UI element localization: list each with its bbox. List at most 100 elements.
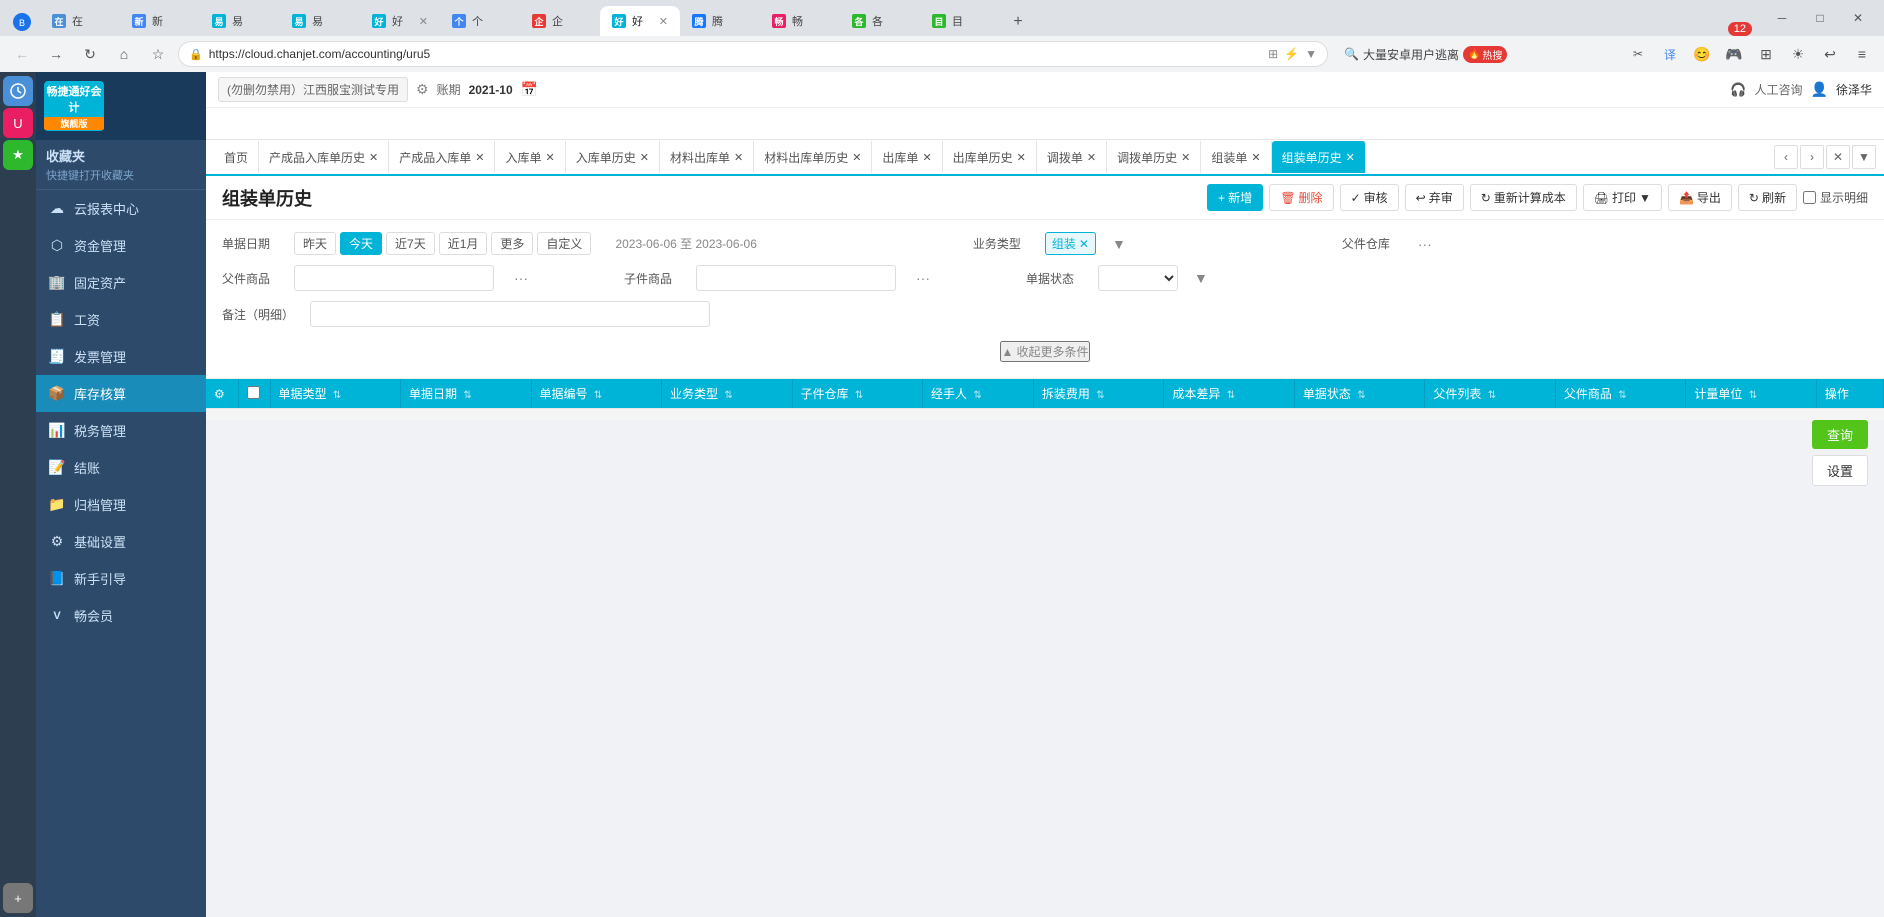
sub-tab-close-all[interactable]: ✕ [1826, 145, 1850, 169]
tab-t10[interactable]: 畅 畅 [760, 6, 840, 36]
sub-tab-close-prod-in-hist[interactable]: ✕ [369, 151, 378, 164]
sidebar-favorites[interactable]: 收藏夹 快捷键打开收藏夹 [36, 140, 206, 190]
tab-close-t5[interactable]: ✕ [419, 15, 428, 28]
app-icon-2[interactable]: U [3, 108, 33, 138]
date-btn-today[interactable]: 今天 [340, 232, 382, 255]
sidebar-item-tax[interactable]: 📊 税务管理 [36, 412, 206, 449]
sub-tab-assemble[interactable]: 组装单 ✕ [1201, 141, 1271, 173]
settings-gear-icon[interactable]: ⚙ [416, 81, 429, 98]
abandon-button[interactable]: ↩ 弃审 [1405, 184, 1464, 211]
sidebar-item-settings[interactable]: ⚙ 基础设置 [36, 523, 206, 560]
bill-status-select[interactable] [1098, 265, 1178, 291]
sub-tab-close-assemble-hist[interactable]: ✕ [1346, 151, 1355, 164]
app-icon-1[interactable] [3, 76, 33, 106]
sub-tab-close-in-order[interactable]: ✕ [546, 151, 555, 164]
tab-t8[interactable]: 好 好 ✕ [600, 6, 680, 36]
app-icon-bottom[interactable]: + [3, 883, 33, 913]
grid-icon[interactable]: ⊞ [1752, 40, 1780, 68]
tab-t9[interactable]: 腾 腾 [680, 6, 760, 36]
sub-tab-in-hist[interactable]: 入库单历史 ✕ [566, 141, 660, 173]
col-checkbox[interactable] [238, 379, 270, 408]
reload-button[interactable]: ↻ [76, 40, 104, 68]
date-btn-more[interactable]: 更多 [491, 232, 533, 255]
sub-nav-left[interactable]: ‹ [1774, 145, 1798, 169]
approve-button[interactable]: ✓ 审核 [1340, 184, 1399, 211]
dropdown-icon[interactable]: ▼ [1305, 47, 1317, 61]
col-settings[interactable]: ⚙ [206, 379, 238, 408]
display-toggle[interactable]: 显示明细 [1803, 189, 1868, 206]
parent-wh-more[interactable]: ··· [1418, 236, 1432, 252]
tab-t12[interactable]: 目 目 [920, 6, 1000, 36]
brightness-icon[interactable]: ☀ [1784, 40, 1812, 68]
date-btn-custom[interactable]: 自定义 [537, 232, 591, 255]
sub-tab-close-adjust-hist[interactable]: ✕ [1181, 151, 1190, 164]
new-tab-button[interactable]: + [1004, 8, 1032, 36]
cut-icon[interactable]: ✂ [1624, 40, 1652, 68]
child-goods-dots[interactable]: ··· [916, 270, 930, 286]
sub-tab-adjust[interactable]: 调拨单 ✕ [1037, 141, 1107, 173]
tab-t2[interactable]: 新 新 [120, 6, 200, 36]
user-service-label[interactable]: 人工咨询 [1755, 81, 1803, 98]
sub-tab-close-adjust[interactable]: ✕ [1087, 151, 1096, 164]
biz-type-tag-close[interactable]: ✕ [1079, 237, 1089, 251]
sub-tab-adjust-hist[interactable]: 调拨单历史 ✕ [1107, 141, 1201, 173]
home-button[interactable]: ⌂ [110, 40, 138, 68]
sub-tab-out-hist[interactable]: 出库单历史 ✕ [943, 141, 1037, 173]
print-button[interactable]: 🖨 打印 ▼ [1583, 184, 1662, 211]
sidebar-item-fund[interactable]: ⬡ 资金管理 [36, 227, 206, 264]
nav-search[interactable]: 🔍 大量安卓用户逃离 🔥 热搜 [1334, 41, 1614, 67]
sidebar-item-salary[interactable]: 📋 工资 [36, 301, 206, 338]
date-btn-last7[interactable]: 近7天 [386, 232, 435, 255]
tab-t11[interactable]: 各 各 [840, 6, 920, 36]
col-child-wh[interactable]: 子件仓库 ⇅ [792, 379, 923, 408]
sidebar-item-inventory[interactable]: 📦 库存核算 [36, 375, 206, 412]
select-all-checkbox[interactable] [247, 386, 260, 399]
display-toggle-checkbox[interactable] [1803, 191, 1816, 204]
parent-goods-input[interactable] [294, 265, 494, 291]
sub-tab-close-out-order[interactable]: ✕ [922, 151, 931, 164]
sidebar-item-member[interactable]: V 畅会员 [36, 597, 206, 634]
minimize-button[interactable]: ─ [1764, 0, 1800, 36]
col-biz-type[interactable]: 业务类型 ⇅ [662, 379, 793, 408]
sub-tab-close-in-hist[interactable]: ✕ [640, 151, 649, 164]
sub-nav-menu[interactable]: ▼ [1852, 145, 1876, 169]
col-unit[interactable]: 计量单位 ⇅ [1686, 379, 1817, 408]
app-icon-3[interactable]: ★ [3, 140, 33, 170]
col-bill-type[interactable]: 单据类型 ⇅ [270, 379, 401, 408]
date-btn-last1m[interactable]: 近1月 [439, 232, 488, 255]
col-cost-diff[interactable]: 成本差异 ⇅ [1164, 379, 1295, 408]
sidebar-item-invoice[interactable]: 🧾 发票管理 [36, 338, 206, 375]
sub-tab-close-out-hist[interactable]: ✕ [1017, 151, 1026, 164]
sub-tab-in-order[interactable]: 入库单 ✕ [495, 141, 565, 173]
refresh-button[interactable]: ↻ 刷新 [1738, 184, 1797, 211]
recalc-button[interactable]: ↻ 重新计算成本 [1470, 184, 1577, 211]
col-disassemble-cost[interactable]: 拆装费用 ⇅ [1033, 379, 1164, 408]
tab-t4[interactable]: 易 易 [280, 6, 360, 36]
tab-close-t8[interactable]: ✕ [659, 15, 668, 28]
remark-input[interactable] [310, 301, 710, 327]
forward-button[interactable]: → [42, 40, 70, 68]
tab-t5[interactable]: 好 好 ✕ [360, 6, 440, 36]
col-parent-list[interactable]: 父件列表 ⇅ [1425, 379, 1556, 408]
col-handler[interactable]: 经手人 ⇅ [923, 379, 1034, 408]
translate-icon[interactable]: 译 [1656, 40, 1684, 68]
sub-tab-prod-in[interactable]: 产成品入库单 ✕ [389, 141, 495, 173]
collapse-button[interactable]: ▲ 收起更多条件 [1000, 341, 1091, 362]
menu-icon[interactable]: ≡ [1848, 40, 1876, 68]
back-button[interactable]: ← [8, 40, 36, 68]
biz-type-dropdown-icon[interactable]: ▼ [1112, 236, 1126, 252]
horizontal-scrollbar[interactable] [206, 408, 1884, 420]
bill-status-dropdown-icon[interactable]: ▼ [1194, 270, 1208, 286]
tab-t1[interactable]: 在 在 [40, 6, 120, 36]
query-button[interactable]: 查询 [1812, 420, 1868, 449]
sub-tab-close-assemble[interactable]: ✕ [1251, 151, 1260, 164]
game-icon[interactable]: 🎮 [1720, 40, 1748, 68]
sub-tab-mat-out[interactable]: 材料出库单 ✕ [660, 141, 754, 173]
parent-goods-dots[interactable]: ··· [514, 270, 528, 286]
sub-nav-right[interactable]: › [1800, 145, 1824, 169]
add-button[interactable]: + 新增 [1207, 184, 1263, 211]
maximize-button[interactable]: □ [1802, 0, 1838, 36]
user-name[interactable]: 徐泽华 [1836, 81, 1872, 98]
sub-tab-close-mat-out-hist[interactable]: ✕ [852, 151, 861, 164]
close-button[interactable]: ✕ [1840, 0, 1876, 36]
